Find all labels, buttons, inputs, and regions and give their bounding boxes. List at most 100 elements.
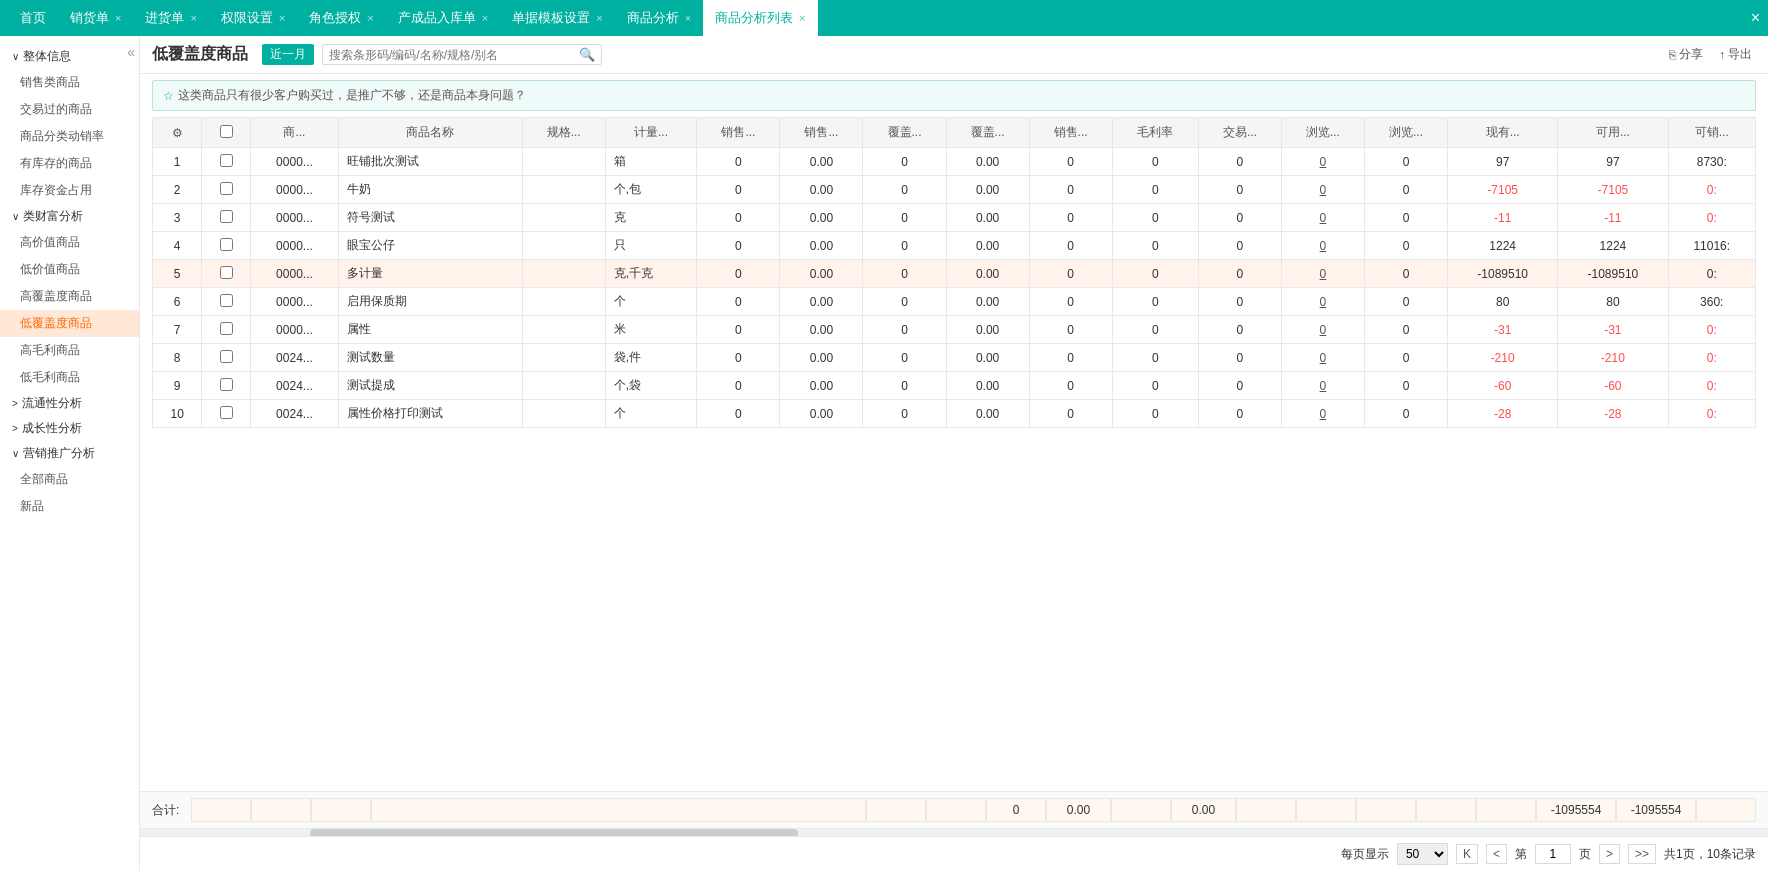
browse-link[interactable]: 0 [1320,351,1327,365]
sidebar-group-marketing[interactable]: ∨ 营销推广分析 [0,441,139,466]
row-stock-sale: 0: [1668,344,1756,372]
col-browse1[interactable]: 浏览... [1281,118,1364,148]
row-select-checkbox[interactable] [220,378,233,391]
sidebar-item-all-goods[interactable]: 全部商品 [0,466,139,493]
table-container[interactable]: ⚙ 商... 商品名称 规格... 计量... 销售... 销售... 覆盖..… [140,117,1768,791]
browse-link[interactable]: 0 [1320,239,1327,253]
row-select-checkbox[interactable] [220,350,233,363]
browse-link[interactable]: 0 [1320,379,1327,393]
row-cover1: 0 [863,232,946,260]
select-all-checkbox[interactable] [220,125,233,138]
nav-purchase[interactable]: 进货单 × [133,0,208,36]
row-select-checkbox[interactable] [220,210,233,223]
col-sales-amt[interactable]: 销售... [780,118,863,148]
browse-link[interactable]: 0 [1320,211,1327,225]
table-row: 80024...测试数量袋,件00.0000.0000000-210-2100: [153,344,1756,372]
nav-close-icon[interactable]: × [799,12,805,24]
nav-role[interactable]: 角色授权 × [297,0,385,36]
page-number-input[interactable] [1535,844,1571,864]
nav-close-icon[interactable]: × [596,12,602,24]
row-select-checkbox[interactable] [220,182,233,195]
row-select-checkbox[interactable] [220,294,233,307]
nav-permission[interactable]: 权限设置 × [209,0,297,36]
nav-close-icon[interactable]: × [482,12,488,24]
sidebar-group-growth[interactable]: > 成长性分析 [0,416,139,441]
col-gross-rate[interactable]: 毛利率 [1112,118,1198,148]
sidebar-item-stock-goods[interactable]: 有库存的商品 [0,150,139,177]
col-stock-now[interactable]: 现有... [1448,118,1558,148]
sidebar-item-high-gross[interactable]: 高毛利商品 [0,337,139,364]
col-coverage2[interactable]: 覆盖... [946,118,1029,148]
nav-template[interactable]: 单据模板设置 × [500,0,614,36]
sidebar-item-high-coverage[interactable]: 高覆盖度商品 [0,283,139,310]
col-browse2[interactable]: 浏览... [1364,118,1447,148]
row-cover1: 0 [863,204,946,232]
time-filter-button[interactable]: 近一月 [262,44,314,65]
prev-page-button[interactable]: < [1486,844,1507,864]
sidebar-item-category-rate[interactable]: 商品分类动销率 [0,123,139,150]
col-code[interactable]: 商... [251,118,338,148]
sidebar-item-low-coverage[interactable]: 低覆盖度商品 [0,310,139,337]
search-icon[interactable]: 🔍 [579,47,595,62]
browse-link[interactable]: 0 [1320,295,1327,309]
row-cover1: 0 [863,344,946,372]
browse-link[interactable]: 0 [1320,323,1327,337]
browse-link[interactable]: 0 [1320,407,1327,421]
sidebar-item-high-value[interactable]: 高价值商品 [0,229,139,256]
row-select-checkbox[interactable] [220,154,233,167]
sidebar-item-low-gross[interactable]: 低毛利商品 [0,364,139,391]
sidebar-group-wealth[interactable]: ∨ 类财富分析 [0,204,139,229]
sidebar-collapse-button[interactable]: « [127,44,135,60]
nav-close-icon[interactable]: × [685,12,691,24]
nav-close-icon[interactable]: × [279,12,285,24]
export-button[interactable]: ↑ 导出 [1715,44,1756,65]
browse-link[interactable]: 0 [1320,155,1327,169]
col-sales-qty[interactable]: 销售... [697,118,780,148]
nav-close-icon[interactable]: × [115,12,121,24]
col-stock-avail[interactable]: 可用... [1558,118,1668,148]
sidebar-group-liquidity[interactable]: > 流通性分析 [0,391,139,416]
row-browse1: 0 [1281,372,1364,400]
col-name[interactable]: 商品名称 [338,118,522,148]
nav-home[interactable]: 首页 [8,0,58,36]
row-select-checkbox[interactable] [220,322,233,335]
col-coverage1[interactable]: 覆盖... [863,118,946,148]
nav-product-analysis[interactable]: 商品分析 × [615,0,703,36]
nav-product-analysis-list[interactable]: 商品分析列表 × [703,0,817,36]
col-settings[interactable]: ⚙ [153,118,202,148]
page-size-select[interactable]: 50 100 200 [1397,843,1448,865]
sidebar-item-traded-goods[interactable]: 交易过的商品 [0,96,139,123]
browse-link[interactable]: 0 [1320,183,1327,197]
col-unit[interactable]: 计量... [605,118,697,148]
col-stock-sale[interactable]: 可销... [1668,118,1756,148]
col-sales3[interactable]: 销售... [1029,118,1112,148]
row-select-checkbox[interactable] [220,238,233,251]
sidebar-item-sales-goods[interactable]: 销售类商品 [0,69,139,96]
col-trans[interactable]: 交易... [1198,118,1281,148]
row-stock-sale: 11016: [1668,232,1756,260]
sidebar-item-stock-capital[interactable]: 库存资金占用 [0,177,139,204]
next-page-button[interactable]: > [1599,844,1620,864]
browse-link[interactable]: 0 [1320,267,1327,281]
row-spec [522,288,605,316]
row-select-checkbox[interactable] [220,406,233,419]
nav-close-icon[interactable]: × [190,12,196,24]
col-spec[interactable]: 规格... [522,118,605,148]
settings-icon[interactable]: ⚙ [172,126,183,140]
nav-finished-goods[interactable]: 产成品入库单 × [386,0,500,36]
horizontal-scrollbar[interactable] [140,828,1768,836]
search-input[interactable] [329,48,579,62]
share-button[interactable]: ⎘ 分享 [1665,44,1707,65]
row-stock-avail: -11 [1558,204,1668,232]
row-browse2: 0 [1364,204,1447,232]
row-select-checkbox[interactable] [220,266,233,279]
sidebar-group-overall[interactable]: ∨ 整体信息 [0,44,139,69]
nav-close-icon[interactable]: × [367,12,373,24]
sidebar-item-new-goods[interactable]: 新品 [0,493,139,520]
first-page-button[interactable]: K [1456,844,1478,864]
sidebar-item-low-value[interactable]: 低价值商品 [0,256,139,283]
nav-sales[interactable]: 销货单 × [58,0,133,36]
col-checkbox[interactable] [202,118,251,148]
last-page-button[interactable]: >> [1628,844,1656,864]
close-all-tabs-button[interactable]: × [1751,9,1760,27]
